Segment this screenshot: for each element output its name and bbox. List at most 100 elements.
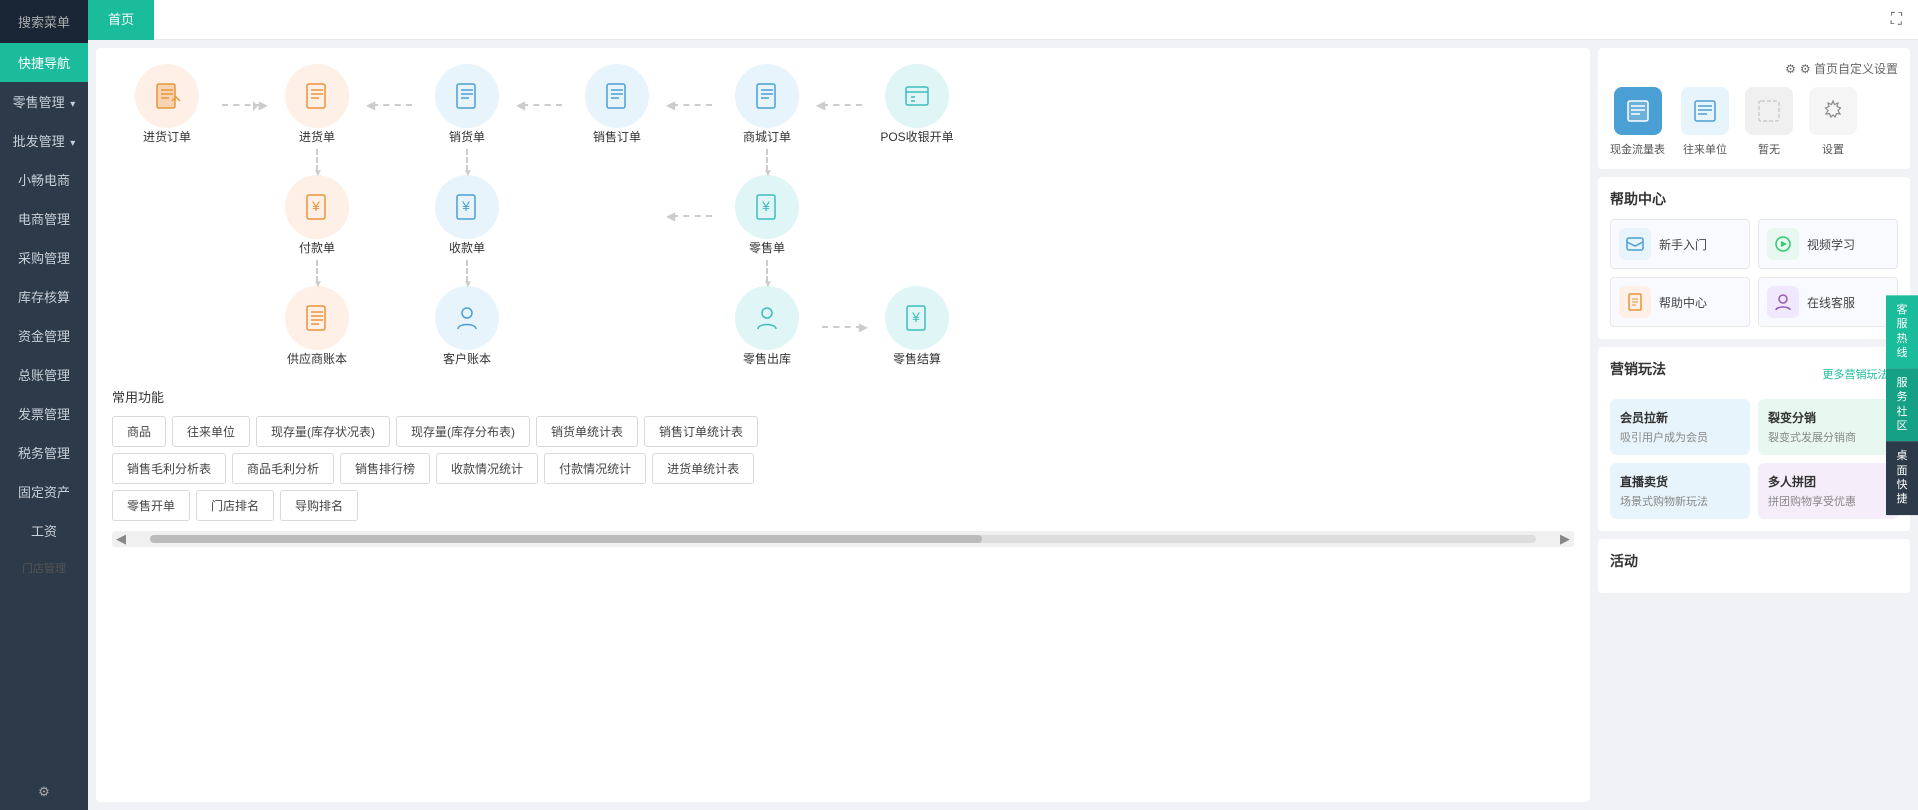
pos-icon[interactable]	[885, 64, 949, 128]
node-retail[interactable]: ¥ 零售单	[712, 175, 822, 256]
float-btn-desktop[interactable]: 桌面快捷	[1886, 442, 1918, 515]
main-content: 进货订单 ▶ 进货单	[88, 40, 1918, 810]
func-btn-product-margin[interactable]: 商品毛利分析	[232, 453, 334, 484]
h-spacer-3	[522, 149, 562, 171]
sidebar-item-store-mgmt[interactable]: 门店管理	[0, 550, 88, 586]
func-btn-stock-dist[interactable]: 现存量(库存分布表)	[396, 416, 530, 447]
sidebar-item-ledger[interactable]: 总账管理	[0, 355, 88, 394]
quick-icon-partners[interactable]: 往来单位	[1681, 87, 1729, 157]
func-btn-product[interactable]: 商品	[112, 416, 166, 447]
supplier-icon[interactable]	[285, 286, 349, 350]
cashflow-icon[interactable]	[1614, 87, 1662, 135]
h-spacer-va2-4	[672, 260, 712, 282]
node-supplier[interactable]: 供应商账本	[262, 286, 372, 367]
sidebar-item-tax[interactable]: 税务管理	[0, 433, 88, 472]
sidebar-item-retail[interactable]: 零售管理 ▾	[0, 82, 88, 121]
vertical-arrows-row2: ▼ ▼ ▼	[112, 260, 1574, 282]
arrow-2: ◀	[372, 104, 412, 106]
node-payment[interactable]: ¥ 付款单	[262, 175, 372, 256]
func-btn-receipt-stat[interactable]: 收款情况统计	[436, 453, 538, 484]
sales-order-icon[interactable]	[585, 64, 649, 128]
sidebar-item-ecommerce[interactable]: 小畅电商	[0, 160, 88, 199]
mall-order-icon[interactable]	[735, 64, 799, 128]
sidebar-item-fixed-assets[interactable]: 固定资产	[0, 472, 88, 511]
sidebar-item-wholesale[interactable]: 批发管理 ▾	[0, 121, 88, 160]
retail-out-label: 零售出库	[743, 350, 791, 367]
tab-home[interactable]: 首页	[88, 0, 154, 40]
quick-icon-settings[interactable]: 设置	[1809, 87, 1857, 157]
help-item-video[interactable]: 视频学习	[1758, 219, 1898, 269]
sidebar-item-purchase[interactable]: 采购管理	[0, 238, 88, 277]
quick-access-section: ⚙ ⚙ 首页自定义设置 现金流量表	[1598, 48, 1910, 169]
payment-icon[interactable]: ¥	[285, 175, 349, 239]
node-purchase-order[interactable]: 进货订单	[112, 64, 222, 145]
quick-icon-cashflow[interactable]: 现金流量表	[1610, 87, 1665, 157]
node-customer[interactable]: 客户账本	[412, 286, 522, 367]
sidebar-item-quick-nav[interactable]: 快捷导航	[0, 43, 88, 82]
node-receipt[interactable]: ¥ 收款单	[412, 175, 522, 256]
group-card-title: 多人拼团	[1768, 473, 1888, 490]
func-btn-payment-stat[interactable]: 付款情况统计	[544, 453, 646, 484]
func-btn-sales-rank[interactable]: 销售排行榜	[340, 453, 430, 484]
sidebar-settings[interactable]: ⚙	[0, 774, 88, 810]
sidebar-item-payroll[interactable]: 工资	[0, 511, 88, 550]
settings-icon[interactable]	[1809, 87, 1857, 135]
h-spacer-va2-3	[522, 260, 562, 282]
receipt-icon[interactable]: ¥	[435, 175, 499, 239]
help-item-online[interactable]: 在线客服	[1758, 277, 1898, 327]
func-grid-row1: 商品 往来单位 现存量(库存状况表) 现存量(库存分布表) 销货单统计表 销售订…	[112, 416, 1574, 447]
float-btn-community[interactable]: 服务社区	[1886, 368, 1918, 441]
scroll-track[interactable]	[150, 535, 1536, 543]
retail-icon[interactable]: ¥	[735, 175, 799, 239]
marketing-card-group[interactable]: 多人拼团 拼团购物享受优惠	[1758, 463, 1898, 519]
func-btn-sales-stat[interactable]: 销货单统计表	[536, 416, 638, 447]
func-btn-order-stat[interactable]: 销售订单统计表	[644, 416, 758, 447]
retail-settle-icon[interactable]: ¥	[885, 286, 949, 350]
help-item-beginner[interactable]: 新手入门	[1610, 219, 1750, 269]
quick-icons-grid: 现金流量表 往来单位	[1610, 87, 1898, 157]
sidebar-item-inventory[interactable]: 库存核算	[0, 277, 88, 316]
scroll-thumb[interactable]	[150, 535, 982, 543]
sidebar-search[interactable]: 搜索菜单	[0, 0, 88, 43]
chevron-down-icon: ▾	[70, 138, 75, 149]
scroll-left-arrow[interactable]: ◀	[112, 531, 130, 547]
sales-icon[interactable]	[435, 64, 499, 128]
sidebar-item-finance[interactable]: 资金管理	[0, 316, 88, 355]
sidebar-item-invoice[interactable]: 发票管理	[0, 394, 88, 433]
marketing-card-member[interactable]: 会员拉新 吸引用户成为会员	[1610, 399, 1750, 455]
retail-out-icon[interactable]	[735, 286, 799, 350]
h-spacer-1	[222, 149, 262, 171]
func-btn-purchase-stat[interactable]: 进货单统计表	[652, 453, 754, 484]
quick-icon-empty[interactable]: 暂无	[1745, 87, 1793, 157]
marketing-card-fission[interactable]: 裂变分销 裂变式发展分销商	[1758, 399, 1898, 455]
receipt-label: 收款单	[449, 239, 485, 256]
partners-icon[interactable]	[1681, 87, 1729, 135]
node-purchase[interactable]: 进货单	[262, 64, 372, 145]
func-btn-retail-order[interactable]: 零售开单	[112, 490, 190, 521]
func-btn-stock-status[interactable]: 现存量(库存状况表)	[256, 416, 390, 447]
func-btn-guide-rank[interactable]: 导购排名	[280, 490, 358, 521]
sidebar-item-ecomm-mgmt[interactable]: 电商管理	[0, 199, 88, 238]
node-sales-order[interactable]: 销售订单	[562, 64, 672, 145]
purchase-icon[interactable]	[285, 64, 349, 128]
vertical-arrows-row: ▼ ▼ ▼	[112, 149, 1574, 171]
customer-icon[interactable]	[435, 286, 499, 350]
scroll-right-arrow[interactable]: ▶	[1556, 531, 1574, 547]
node-pos[interactable]: POS收银开单	[862, 64, 972, 145]
func-btn-sales-margin[interactable]: 销售毛利分析表	[112, 453, 226, 484]
marketing-card-live[interactable]: 直播卖货 场景式购物新玩法	[1610, 463, 1750, 519]
float-btn-service[interactable]: 客服热线	[1886, 295, 1918, 368]
fullscreen-button[interactable]: ⛶	[1891, 11, 1902, 29]
purchase-order-icon[interactable]	[135, 64, 199, 128]
node-retail-out[interactable]: 零售出库	[712, 286, 822, 367]
purchase-label: 进货单	[299, 128, 335, 145]
help-item-center[interactable]: 帮助中心	[1610, 277, 1750, 327]
func-btn-partners[interactable]: 往来单位	[172, 416, 250, 447]
func-btn-store-rank[interactable]: 门店排名	[196, 490, 274, 521]
node-retail-settle[interactable]: ¥ 零售结算	[862, 286, 972, 367]
workflow-diagram: 进货订单 ▶ 进货单	[112, 64, 1574, 367]
horizontal-scrollbar[interactable]: ◀ ▶	[112, 531, 1574, 547]
homepage-settings-link[interactable]: ⚙ ⚙ 首页自定义设置	[1785, 60, 1898, 77]
node-mall-order[interactable]: 商城订单	[712, 64, 822, 145]
node-sales[interactable]: 销货单	[412, 64, 522, 145]
